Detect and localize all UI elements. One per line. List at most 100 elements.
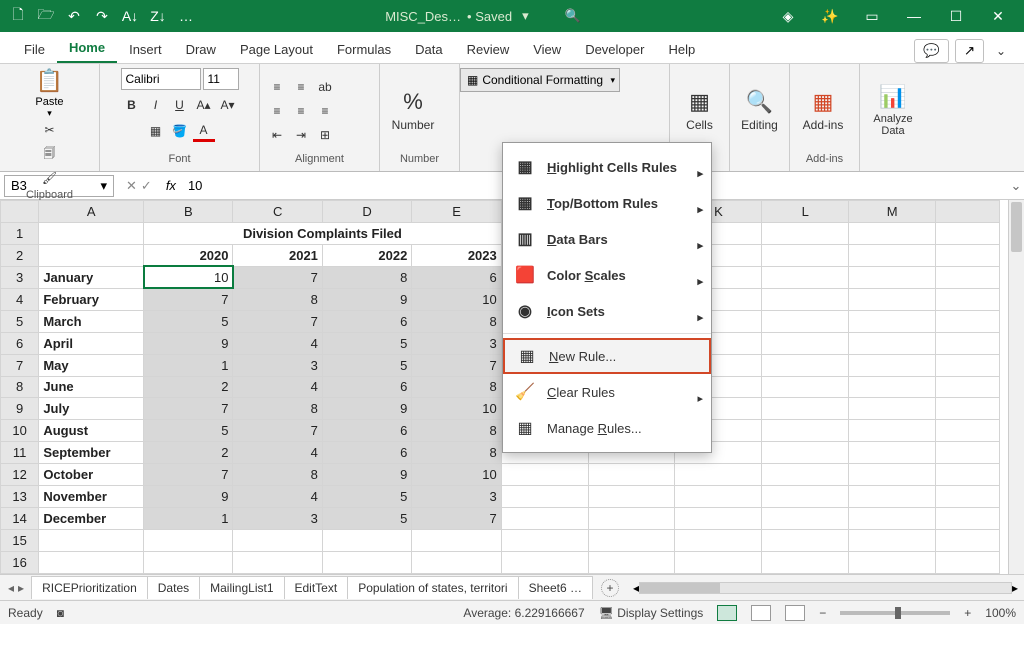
- open-file-icon[interactable]: 🗁: [34, 4, 58, 28]
- sheet-tab[interactable]: Sheet6 …: [518, 576, 593, 599]
- data-cell[interactable]: 5: [144, 420, 233, 442]
- minimize-button[interactable]: —: [894, 4, 934, 28]
- align-center-icon[interactable]: ≡: [290, 100, 312, 122]
- data-cell[interactable]: 4: [233, 332, 322, 354]
- share-button[interactable]: ↗: [955, 39, 984, 63]
- data-cell[interactable]: 3: [412, 486, 501, 508]
- data-cell[interactable]: 6: [322, 442, 411, 464]
- analyze-data-button[interactable]: 📊Analyze Data: [866, 73, 920, 149]
- maximize-button[interactable]: ☐: [936, 4, 976, 28]
- col-header[interactable]: B: [144, 201, 233, 223]
- display-settings-button[interactable]: 🖥 Display Settings: [599, 606, 704, 620]
- data-cell[interactable]: 8: [412, 310, 501, 332]
- data-cell[interactable]: 7: [412, 354, 501, 376]
- data-cell[interactable]: 9: [144, 486, 233, 508]
- expand-formula-bar[interactable]: ⌄: [1008, 178, 1024, 194]
- tab-data[interactable]: Data: [403, 36, 454, 63]
- conditional-formatting-button[interactable]: ▦ Conditional Formatting: [460, 68, 620, 92]
- redo-icon[interactable]: ↷: [90, 4, 114, 28]
- data-cell[interactable]: 4: [233, 486, 322, 508]
- tab-insert[interactable]: Insert: [117, 36, 174, 63]
- data-cell[interactable]: 8: [233, 288, 322, 310]
- data-cell[interactable]: 5: [322, 354, 411, 376]
- data-cell[interactable]: 8: [322, 266, 411, 288]
- row-header[interactable]: 1: [1, 222, 39, 244]
- data-cell[interactable]: 6: [322, 376, 411, 398]
- col-header[interactable]: M: [849, 201, 936, 223]
- tab-file[interactable]: File: [12, 36, 57, 63]
- menu-icon-sets[interactable]: ◉Icon Sets: [503, 293, 711, 329]
- data-cell[interactable]: 2: [144, 376, 233, 398]
- bold-button[interactable]: B: [121, 94, 143, 116]
- normal-view-button[interactable]: [717, 605, 737, 621]
- menu-color-scales[interactable]: 🟥Color Scales: [503, 257, 711, 293]
- col-header[interactable]: D: [322, 201, 411, 223]
- zoom-in-button[interactable]: +: [964, 606, 971, 620]
- data-cell[interactable]: 10: [144, 266, 233, 288]
- tab-pagelayout[interactable]: Page Layout: [228, 36, 325, 63]
- data-cell[interactable]: 7: [144, 464, 233, 486]
- sheet-tab[interactable]: Dates: [147, 576, 200, 599]
- tab-developer[interactable]: Developer: [573, 36, 656, 63]
- col-header[interactable]: [936, 201, 1000, 223]
- data-cell[interactable]: 8: [233, 398, 322, 420]
- data-cell[interactable]: 4: [233, 376, 322, 398]
- indent-right-icon[interactable]: ⇥: [290, 124, 312, 146]
- underline-button[interactable]: U: [169, 94, 191, 116]
- data-cell[interactable]: 9: [322, 288, 411, 310]
- data-cell[interactable]: 8: [233, 464, 322, 486]
- menu-clear-rules[interactable]: 🧹Clear Rules: [503, 374, 711, 410]
- data-cell[interactable]: 6: [412, 266, 501, 288]
- editing-button[interactable]: 🔍Editing: [736, 73, 783, 149]
- data-cell[interactable]: 5: [144, 310, 233, 332]
- prev-sheet-icon[interactable]: ◂: [8, 581, 14, 595]
- data-cell[interactable]: 7: [144, 398, 233, 420]
- col-header[interactable]: [1, 201, 39, 223]
- align-middle-icon[interactable]: ≡: [290, 76, 312, 98]
- tab-formulas[interactable]: Formulas: [325, 36, 403, 63]
- search-icon[interactable]: 🔍: [565, 8, 581, 24]
- font-color-icon[interactable]: A: [193, 120, 215, 142]
- ribbon-mode-icon[interactable]: ▭: [852, 4, 892, 28]
- grow-font-icon[interactable]: A▴: [193, 94, 215, 116]
- data-cell[interactable]: 3: [233, 508, 322, 530]
- data-cell[interactable]: 5: [322, 486, 411, 508]
- data-cell[interactable]: 7: [233, 266, 322, 288]
- tab-view[interactable]: View: [521, 36, 573, 63]
- add-sheet-button[interactable]: +: [601, 579, 619, 597]
- italic-button[interactable]: I: [145, 94, 167, 116]
- sort-desc-icon[interactable]: Z↓: [146, 4, 170, 28]
- horizontal-scrollbar[interactable]: ◂▸: [627, 581, 1024, 595]
- page-break-view-button[interactable]: [785, 605, 805, 621]
- collapse-ribbon-icon[interactable]: ⌄: [990, 40, 1012, 62]
- paste-button[interactable]: 📋 Paste▾: [35, 68, 63, 119]
- data-cell[interactable]: 7: [144, 288, 233, 310]
- data-cell[interactable]: 5: [322, 508, 411, 530]
- menu-new-rule[interactable]: ▦New Rule...: [503, 338, 711, 374]
- data-cell[interactable]: 5: [322, 332, 411, 354]
- sheet-tab[interactable]: EditText: [284, 576, 349, 599]
- menu-highlight-cells-rules[interactable]: ▦Highlight Cells Rules: [503, 149, 711, 185]
- new-file-icon[interactable]: 🗋: [6, 4, 30, 28]
- col-header[interactable]: C: [233, 201, 322, 223]
- font-size-select[interactable]: [203, 68, 239, 90]
- menu-manage-rules[interactable]: ▦Manage Rules...: [503, 410, 711, 446]
- fill-color-icon[interactable]: 🪣: [169, 120, 191, 142]
- data-cell[interactable]: 3: [233, 354, 322, 376]
- zoom-level[interactable]: 100%: [985, 606, 1016, 620]
- format-painter-icon[interactable]: 🖌: [39, 167, 61, 189]
- shrink-font-icon[interactable]: A▾: [217, 94, 239, 116]
- enter-formula-icon[interactable]: ✓: [141, 178, 152, 194]
- diamond-icon[interactable]: ◈: [768, 4, 808, 28]
- border-icon[interactable]: ▦: [145, 120, 167, 142]
- page-layout-view-button[interactable]: [751, 605, 771, 621]
- save-state[interactable]: • Saved: [467, 9, 512, 24]
- tab-help[interactable]: Help: [656, 36, 707, 63]
- zoom-out-button[interactable]: −: [819, 606, 826, 620]
- next-sheet-icon[interactable]: ▸: [18, 581, 24, 595]
- col-header[interactable]: E: [412, 201, 501, 223]
- data-cell[interactable]: 9: [322, 398, 411, 420]
- data-cell[interactable]: 9: [144, 332, 233, 354]
- data-cell[interactable]: 10: [412, 288, 501, 310]
- zoom-slider[interactable]: [840, 611, 950, 615]
